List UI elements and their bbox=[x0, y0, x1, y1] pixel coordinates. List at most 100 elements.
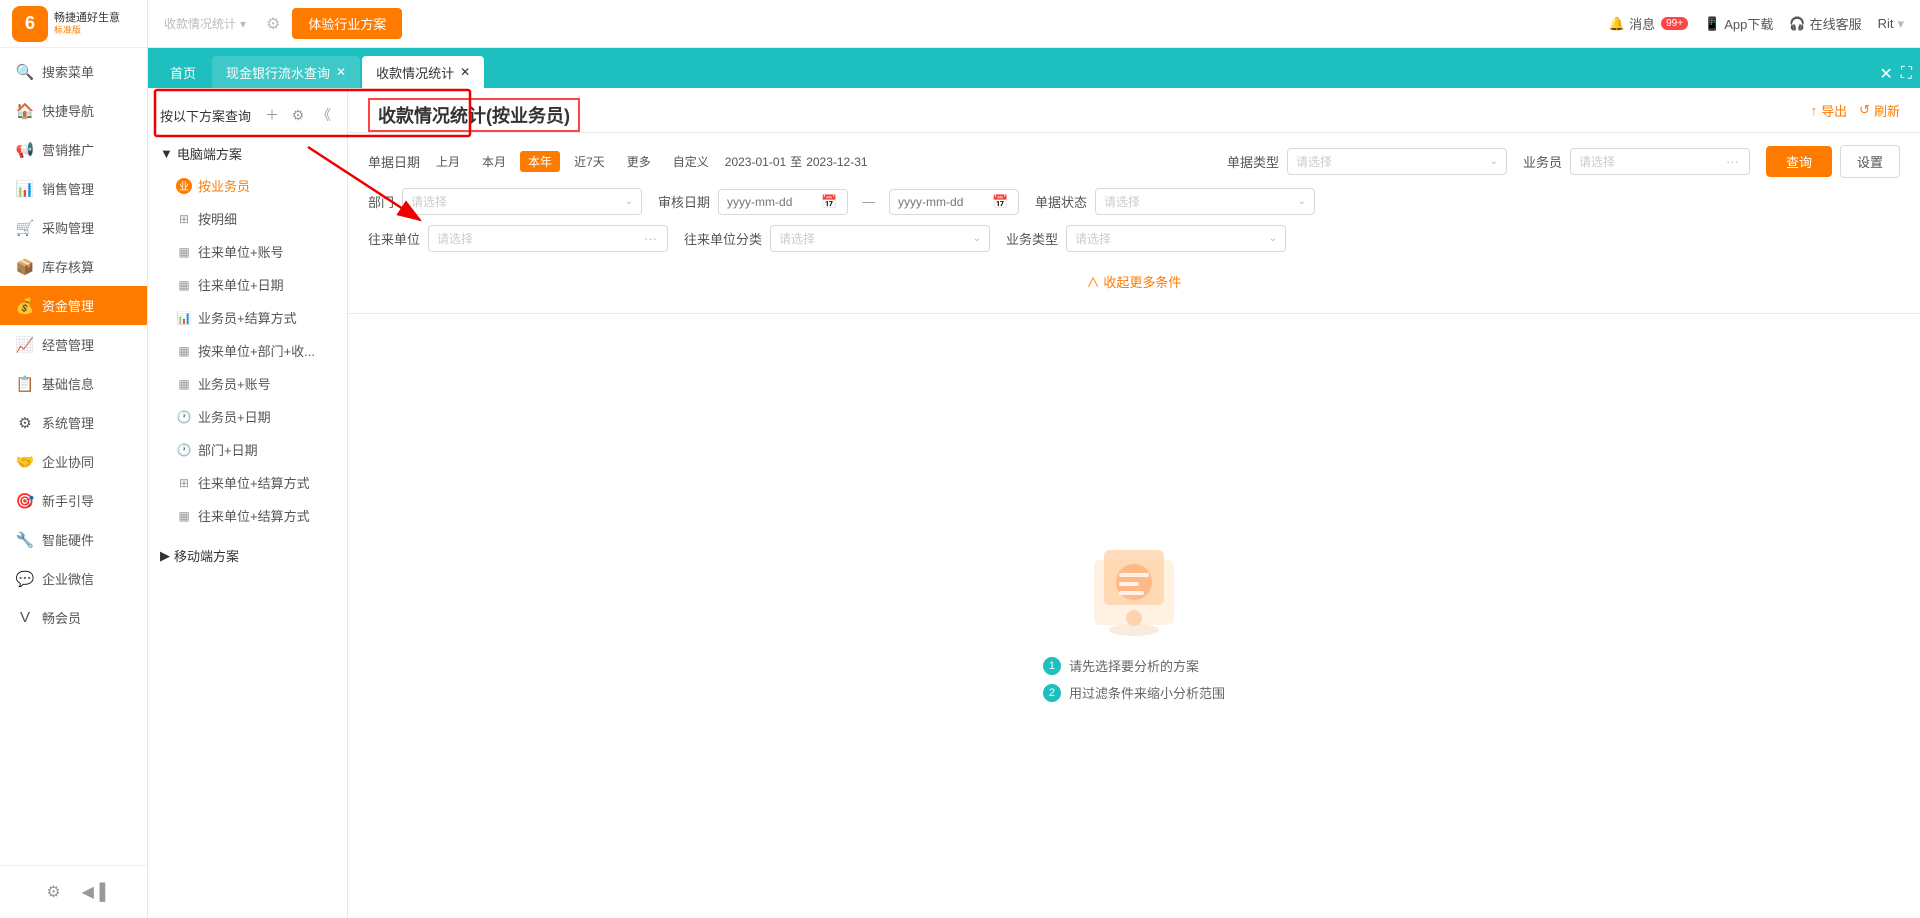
tabbar: 首页 现金银行流水查询 ✕ 收款情况统计 ✕ ✕ ⛶ bbox=[148, 48, 1920, 88]
notification-btn[interactable]: 🔔 消息 99+ bbox=[1609, 14, 1688, 33]
partner-select[interactable]: 请选择 ··· bbox=[428, 225, 668, 252]
sidebar-item-marketing[interactable]: 📢 营销推广 bbox=[0, 130, 147, 169]
sidebar-item-basic[interactable]: 📋 基础信息 bbox=[0, 364, 147, 403]
bell-icon: 🔔 bbox=[1609, 16, 1625, 32]
tab-maximize-btn[interactable]: ⛶ bbox=[1901, 65, 1912, 83]
scheme-by-detail[interactable]: ⊞ 按明细 bbox=[148, 202, 347, 235]
sidebar-item-member[interactable]: V 畅会员 bbox=[0, 598, 147, 637]
sidebar-item-guide[interactable]: 🎯 新手引导 bbox=[0, 481, 147, 520]
service-icon: 🎧 bbox=[1789, 16, 1805, 32]
desktop-scheme-group: ▼ 电脑端方案 业 按业务员 ⊞ 按明细 ▦ 往来单位+账号 ▦ 往来单位 bbox=[148, 134, 347, 536]
filter-doc-type-item: 单据类型 请选择 ⌄ bbox=[1227, 148, 1507, 175]
review-date-from[interactable]: 📅 bbox=[718, 189, 848, 215]
date-btn-thismonth[interactable]: 本月 bbox=[474, 151, 514, 172]
app-download-btn[interactable]: 📱 App下载 bbox=[1704, 14, 1773, 33]
filter-salesperson-item: 业务员 请选择 ··· bbox=[1523, 148, 1750, 175]
date-btn-lastmonth[interactable]: 上月 bbox=[428, 151, 468, 172]
tab-bank[interactable]: 现金银行流水查询 ✕ bbox=[212, 56, 360, 88]
scheme-partner-settle1[interactable]: ⊞ 往来单位+结算方式 bbox=[148, 466, 347, 499]
sidebar-item-search[interactable]: 🔍 搜索菜单 bbox=[0, 52, 147, 91]
mobile-scheme-group: ▶ 移动端方案 bbox=[148, 536, 347, 575]
scheme-dept-date[interactable]: 🕐 部门+日期 bbox=[148, 433, 347, 466]
trial-btn[interactable]: 体验行业方案 bbox=[292, 8, 402, 39]
desktop-group-toggle[interactable]: ▼ 电脑端方案 bbox=[148, 138, 347, 169]
sidebar-item-operation[interactable]: 📈 经营管理 bbox=[0, 325, 147, 364]
scheme-salesperson-date[interactable]: 🕐 业务员+日期 bbox=[148, 400, 347, 433]
date-btn-7days[interactable]: 近7天 bbox=[566, 151, 613, 172]
filter-area: 单据日期 上月 本月 本年 近7天 更多 自定义 2023-01-01 至 bbox=[348, 133, 1920, 314]
setting-button[interactable]: 设置 bbox=[1840, 145, 1900, 178]
doc-type-select[interactable]: 请选择 ⌄ bbox=[1287, 148, 1507, 175]
review-date-to-input[interactable] bbox=[898, 195, 988, 209]
tab-collect-close[interactable]: ✕ bbox=[460, 65, 470, 79]
sidebar-item-system[interactable]: ⚙ 系统管理 bbox=[0, 403, 147, 442]
date-btn-custom[interactable]: 自定义 bbox=[665, 151, 717, 172]
mobile-group-toggle[interactable]: ▶ 移动端方案 bbox=[148, 540, 347, 571]
date-btn-thisyear[interactable]: 本年 bbox=[520, 151, 560, 172]
dept-arrow: ⌄ bbox=[625, 196, 633, 207]
detail-icon: ⊞ bbox=[176, 211, 192, 227]
biz-type-arrow: ⌄ bbox=[1269, 233, 1277, 244]
collapse-panel-btn[interactable]: 《 bbox=[313, 104, 335, 126]
salesperson-more-btn[interactable]: ··· bbox=[1724, 154, 1741, 169]
scheme-salesperson-settle[interactable]: 📊 业务员+结算方式 bbox=[148, 301, 347, 334]
dept-select[interactable]: 请选择 ⌄ bbox=[402, 188, 642, 215]
sidebar-item-finance[interactable]: 💰 资金管理 bbox=[0, 286, 147, 325]
filter-partner-item: 往来单位 请选择 ··· bbox=[368, 225, 668, 252]
gear-btn[interactable]: ⚙ bbox=[266, 14, 280, 34]
refresh-btn[interactable]: ↺ 刷新 bbox=[1859, 101, 1900, 120]
sidebar-item-sales[interactable]: 📊 销售管理 bbox=[0, 169, 147, 208]
partner-category-select[interactable]: 请选择 ⌄ bbox=[770, 225, 990, 252]
sidebar-item-quicknav[interactable]: 🏠 快捷导航 bbox=[0, 91, 147, 130]
sidebar-nav: 🔍 搜索菜单 🏠 快捷导航 📢 营销推广 📊 销售管理 🛒 采购管理 📦 库存核… bbox=[0, 48, 147, 865]
scheme-partner-date[interactable]: ▦ 往来单位+日期 bbox=[148, 268, 347, 301]
tab-collect[interactable]: 收款情况统计 ✕ bbox=[362, 56, 484, 88]
partner-more-btn[interactable]: ··· bbox=[642, 231, 659, 246]
doc-status-arrow: ⌄ bbox=[1298, 196, 1306, 207]
review-date-from-input[interactable] bbox=[727, 195, 817, 209]
query-button[interactable]: 查询 bbox=[1766, 146, 1832, 177]
doc-type-arrow: ⌄ bbox=[1490, 156, 1498, 167]
sidebar-item-inventory[interactable]: 📦 库存核算 bbox=[0, 247, 147, 286]
empty-illustration bbox=[1074, 530, 1194, 640]
add-scheme-btn[interactable]: ＋ bbox=[261, 104, 283, 126]
tab-bank-close[interactable]: ✕ bbox=[336, 65, 346, 79]
topbar-actions: 🔔 消息 99+ 📱 App下载 🎧 在线客服 Rit ▾ bbox=[1609, 14, 1904, 33]
inventory-icon: 📦 bbox=[16, 258, 34, 276]
filter-date-options: 上月 本月 本年 近7天 更多 自定义 bbox=[428, 151, 717, 172]
collapse-more-btn[interactable]: ∧ 收起更多条件 bbox=[368, 262, 1900, 301]
filter-row-1: 单据日期 上月 本月 本年 近7天 更多 自定义 2023-01-01 至 bbox=[368, 145, 1900, 178]
filter-review-date-item: 审核日期 📅 — 📅 bbox=[658, 189, 1019, 215]
sidebar-item-wechat[interactable]: 💬 企业微信 bbox=[0, 559, 147, 598]
sidebar-item-hardware[interactable]: 🔧 智能硬件 bbox=[0, 520, 147, 559]
settings-bottom-btn[interactable]: ⚙ bbox=[36, 874, 72, 910]
scheme-partner-settle2[interactable]: ▦ 往来单位+结算方式 bbox=[148, 499, 347, 532]
review-date-to[interactable]: 📅 bbox=[889, 189, 1019, 215]
export-btn[interactable]: ↑ 导出 bbox=[1811, 101, 1848, 120]
scheme-salesperson-account[interactable]: ▦ 业务员+账号 bbox=[148, 367, 347, 400]
doc-status-select[interactable]: 请选择 ⌄ bbox=[1095, 188, 1315, 215]
collapse-sidebar-btn[interactable]: ◀▐ bbox=[76, 874, 112, 910]
export-icon: ↑ bbox=[1811, 103, 1818, 118]
sidebar-item-purchase[interactable]: 🛒 采购管理 bbox=[0, 208, 147, 247]
filter-partner-category-item: 往来单位分类 请选择 ⌄ bbox=[684, 225, 990, 252]
scheme-by-salesperson[interactable]: 业 按业务员 bbox=[148, 169, 347, 202]
topbar: 收款情况统计 ▾ ⚙ 体验行业方案 🔔 消息 99+ 📱 App下载 🎧 在线客… bbox=[148, 0, 1920, 48]
gear-scheme-btn[interactable]: ⚙ bbox=[287, 104, 309, 126]
date-btn-more[interactable]: 更多 bbox=[619, 151, 659, 172]
biz-type-select[interactable]: 请选择 ⌄ bbox=[1066, 225, 1286, 252]
scheme-partner-dept[interactable]: ▦ 按来单位+部门+收... bbox=[148, 334, 347, 367]
salesperson-select[interactable]: 请选择 ··· bbox=[1570, 148, 1750, 175]
scheme-partner-account[interactable]: ▦ 往来单位+账号 bbox=[148, 235, 347, 268]
tab-close-all-btn[interactable]: ✕ bbox=[1879, 64, 1892, 84]
user-name[interactable]: Rit ▾ bbox=[1878, 16, 1904, 32]
collapse-icon: ∧ bbox=[1087, 275, 1100, 290]
member-icon: V bbox=[16, 609, 34, 627]
basic-icon: 📋 bbox=[16, 375, 34, 393]
sidebar-item-enterprise[interactable]: 🤝 企业协同 bbox=[0, 442, 147, 481]
chevron-right-icon: ▶ bbox=[160, 548, 170, 564]
tab-home[interactable]: 首页 bbox=[156, 56, 210, 88]
filter-biz-type-item: 业务类型 请选择 ⌄ bbox=[1006, 225, 1286, 252]
online-service-btn[interactable]: 🎧 在线客服 bbox=[1789, 14, 1861, 33]
chevron-down-icon: ▼ bbox=[160, 146, 173, 161]
